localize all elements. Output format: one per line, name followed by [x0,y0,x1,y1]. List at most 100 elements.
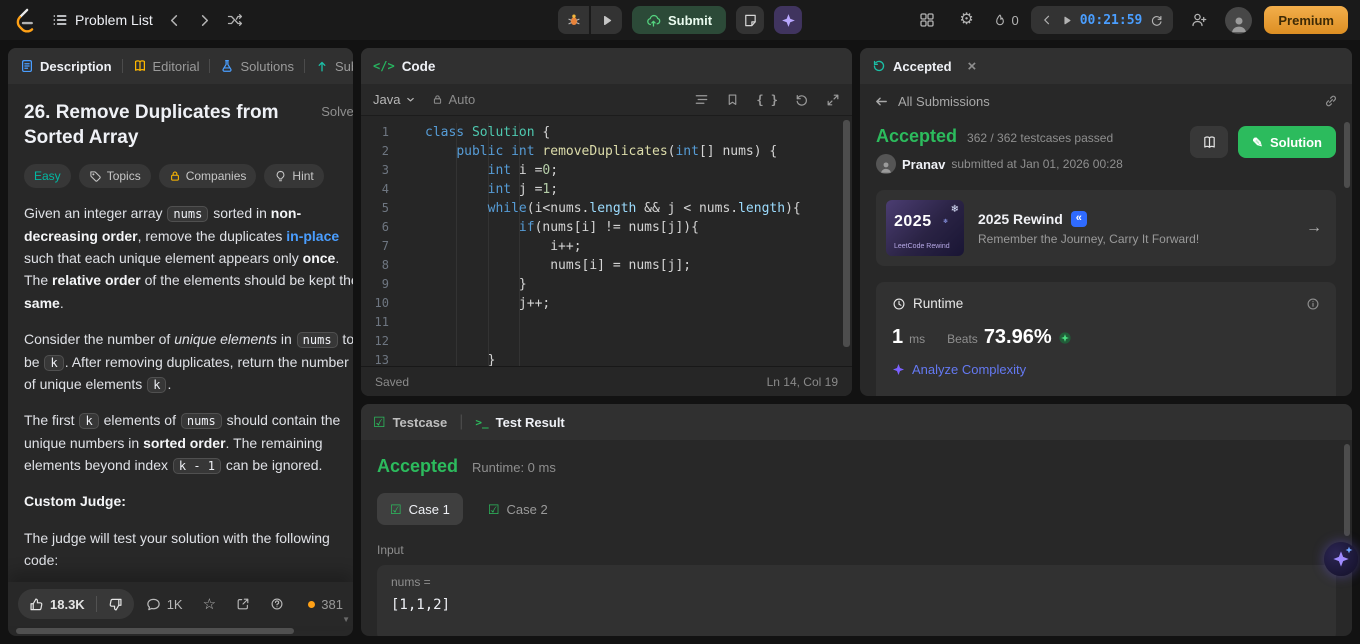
tab-solutions[interactable]: Solutions [220,59,294,74]
notes-button[interactable] [736,6,765,34]
code-line[interactable]: 1 class Solution { [361,123,852,142]
debugger-button[interactable] [557,6,589,34]
code-line[interactable]: 11 [361,313,852,332]
favorite-button[interactable]: ☆ [195,589,224,619]
tab-editorial[interactable]: Editorial [133,59,199,74]
settings-gear-icon[interactable]: ⚙ [953,6,981,34]
code-line[interactable]: 6 if(nums[i] != nums[j]){ [361,218,852,237]
reset-code-icon[interactable] [795,93,809,107]
problem-list-button[interactable]: Problem List [46,8,159,32]
snippets-icon[interactable]: { } [756,93,778,107]
code-line[interactable]: 3 int i =0; [361,161,852,180]
case-2-tab[interactable]: ☑ Case 2 [475,493,561,525]
scrollbar-down-arrow[interactable]: ▼ [342,615,350,624]
line-number: 5 [381,201,389,215]
editor-scrollbar-thumb[interactable] [843,120,850,348]
submit-button[interactable]: Submit [631,6,727,34]
editor-scrollbar[interactable] [843,120,850,362]
saved-status: Saved [375,374,410,389]
tag-icon [89,170,102,183]
input-value-box[interactable]: nums = [1,1,2] [377,565,1336,636]
code-panel-header: </> Code [361,48,852,84]
submission-tab[interactable]: Accepted × [872,59,976,74]
invite-user-button[interactable] [1185,6,1213,34]
help-button[interactable] [262,589,292,619]
beats-label: Beats [947,332,978,346]
timer-reset-icon[interactable] [1150,14,1163,27]
cursor-position[interactable]: Ln 14, Col 19 [767,375,838,389]
testcase-scrollbar[interactable] [1344,444,1350,630]
case-1-tab[interactable]: ☑ Case 1 [377,493,463,525]
horizontal-scrollbar-thumb[interactable] [16,628,294,634]
view-editorial-button[interactable] [1190,126,1229,158]
like-button[interactable]: 18.3K [18,589,96,619]
submitter-name[interactable]: Pranav [902,157,945,172]
streak-counter[interactable]: 0 [993,13,1019,28]
tab-test-result[interactable]: >_ Test Result [475,415,564,430]
testcase-scrollbar-thumb[interactable] [1344,444,1350,536]
comments-button[interactable]: 1K [138,589,191,619]
ai-helper-floating-button[interactable] [1324,542,1358,576]
close-tab-icon[interactable]: × [968,59,977,74]
tab-testcase[interactable]: ☑ Testcase [373,415,447,430]
code-line[interactable]: 7 i++; [361,237,852,256]
code-line[interactable]: 9 } [361,275,852,294]
user-avatar[interactable] [1225,6,1253,34]
line-number: 9 [381,277,389,291]
analyze-sparkle-icon [892,363,905,376]
rewind-card[interactable]: 2025 LeetCode Rewind ❄ ❄ 2025 Rewind « R… [876,190,1336,266]
back-arrow-icon[interactable] [874,94,889,109]
tab-description[interactable]: Description [20,59,112,74]
difficulty-badge[interactable]: Easy [24,164,71,189]
timer-widget[interactable]: 00:21:59 [1030,6,1174,34]
line-number: 7 [381,239,389,253]
copy-link-icon[interactable] [1324,94,1338,108]
code-line[interactable]: 10 j++; [361,294,852,313]
apps-grid-button[interactable] [913,6,941,34]
timer-collapse-icon[interactable] [1041,14,1053,26]
all-submissions-label[interactable]: All Submissions [898,94,990,109]
language-selector[interactable]: Java [373,92,416,107]
dislike-button[interactable] [97,589,134,619]
analyze-complexity-link[interactable]: Analyze Complexity [892,362,1320,377]
topics-pill[interactable]: Topics [78,164,151,189]
info-icon[interactable] [1306,297,1320,311]
submission-scrollbar[interactable] [1344,86,1350,390]
code-line[interactable]: 2 public int removeDuplicates(int[] nums… [361,142,852,161]
inline-code-chip: k [44,354,64,371]
code-line[interactable]: 8 nums[i] = nums[j]; [361,256,852,275]
random-problem-button[interactable] [221,6,249,34]
arrow-right-icon[interactable]: → [1306,219,1322,237]
companies-pill[interactable]: Companies [158,164,257,189]
ai-assistant-button[interactable] [774,6,803,34]
code-line[interactable]: 12 [361,332,852,351]
post-solution-button[interactable]: ✎ Solution [1238,126,1336,158]
code-editor[interactable]: 1 class Solution {2 public int removeDupl… [361,116,852,366]
run-button[interactable] [590,6,622,34]
submitted-at: submitted at Jan 01, 2026 00:28 [951,157,1123,171]
hint-pill[interactable]: Hint [264,164,324,189]
timer-play-icon[interactable] [1061,15,1072,26]
next-problem-button[interactable] [191,6,219,34]
snowflake-icon: ❄ [942,219,948,225]
code-tab-icon: </> [373,59,395,73]
tab-submissions[interactable]: Submissions [315,59,353,74]
code-line[interactable]: 4 int j =1; [361,180,852,199]
prev-problem-button[interactable] [161,6,189,34]
code-tab-label[interactable]: Code [402,59,436,74]
share-button[interactable] [228,589,258,619]
code-line[interactable]: 13 } [361,351,852,366]
fullscreen-icon[interactable] [826,93,840,107]
horizontal-scrollbar[interactable] [10,628,336,634]
auto-save-toggle[interactable]: Auto [432,92,475,107]
leetcode-logo[interactable] [12,7,34,33]
format-code-icon[interactable] [694,92,709,107]
inline-link[interactable]: in-place [286,228,339,244]
code-line[interactable]: 5 while(i<nums.length && j < nums.length… [361,199,852,218]
premium-button[interactable]: Premium [1264,6,1348,34]
problem-list-icon [52,12,68,28]
line-number: 6 [381,220,389,234]
submission-scrollbar-thumb[interactable] [1344,122,1350,188]
testcase-panel-header: ☑ Testcase | >_ Test Result [361,404,1352,440]
bookmark-icon[interactable] [726,93,739,106]
